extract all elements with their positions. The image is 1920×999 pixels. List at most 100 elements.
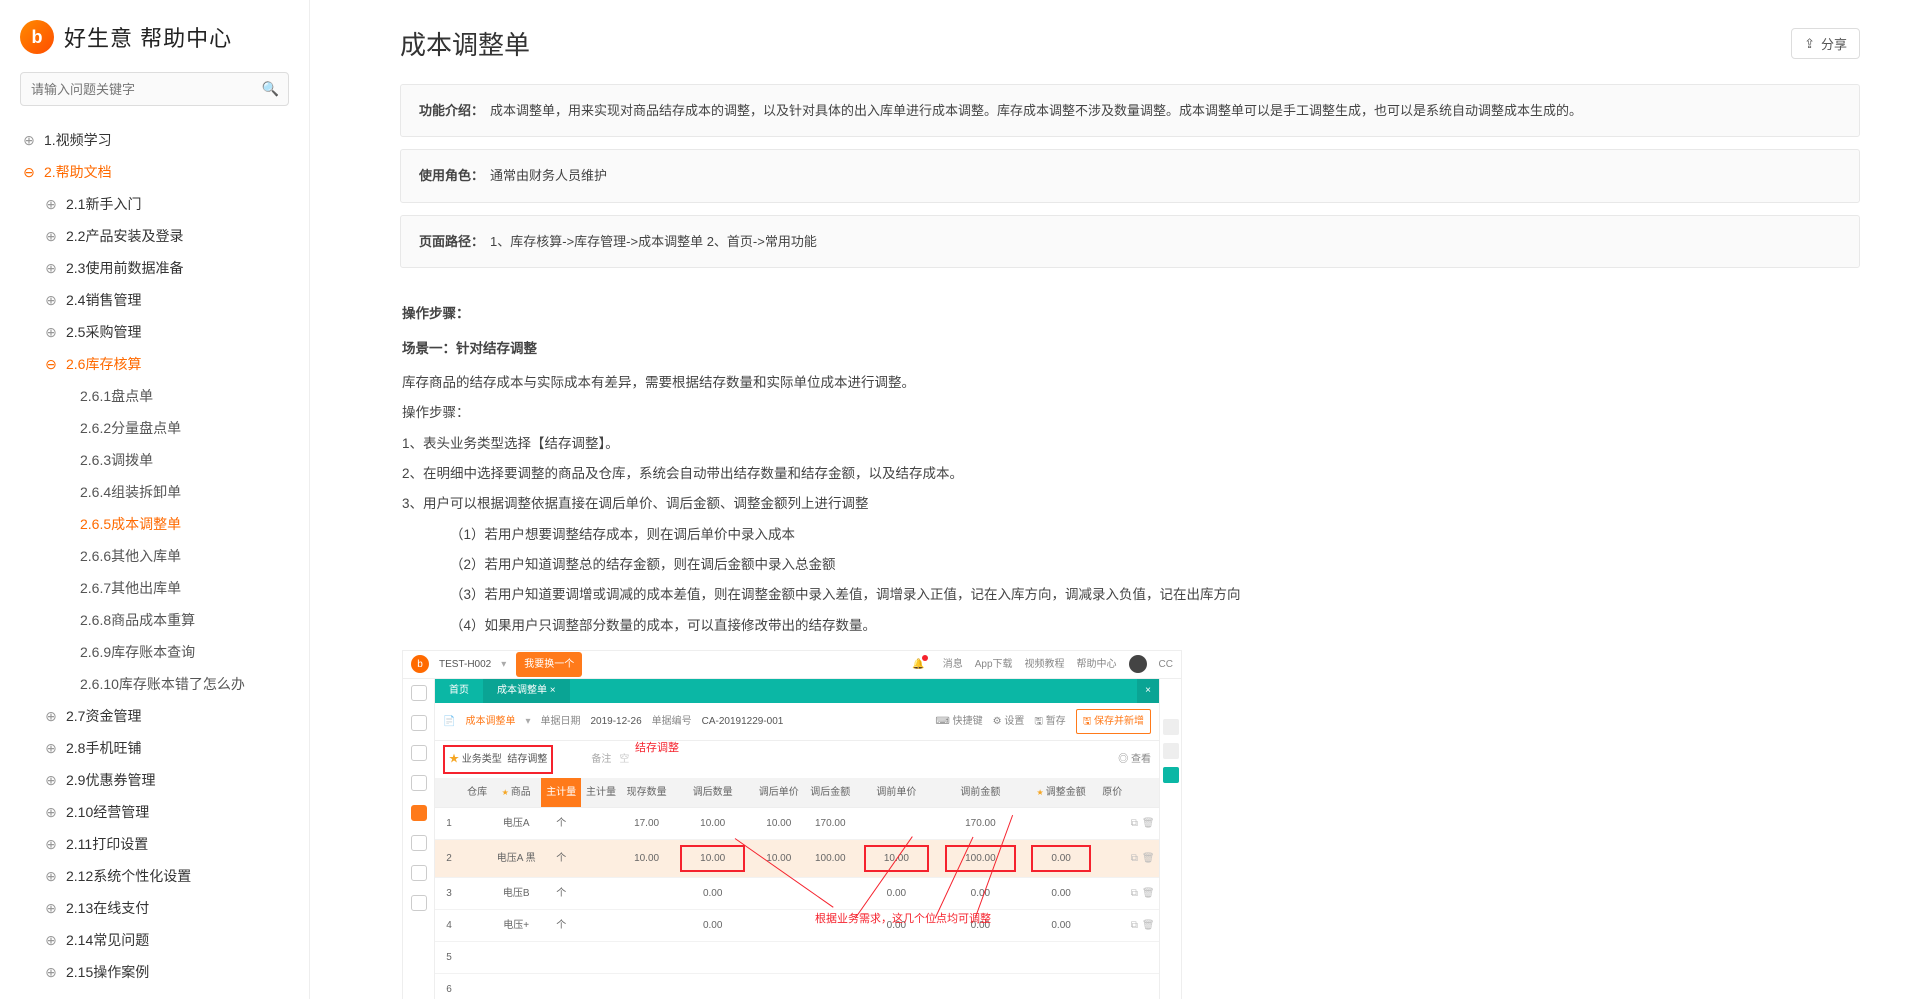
shot-user: CC [1159, 654, 1173, 675]
cell-ops [1126, 941, 1159, 973]
search-icon[interactable]: 🔍 [262, 81, 279, 98]
col-header: 调后单价 [753, 778, 804, 808]
nav-label: 2.15操作案例 [66, 962, 149, 982]
cell [1098, 941, 1126, 973]
page-title: 成本调整单 [400, 25, 530, 62]
step-2: 2、在明细中选择要调整的商品及仓库，系统会自动带出结存数量和结存金额，以及结存成… [402, 460, 1858, 488]
steps-sub: 操作步骤： [402, 399, 1858, 427]
nav-label: 2.10经营管理 [66, 802, 149, 822]
cell [805, 973, 856, 999]
nav-sub-item[interactable]: ⊕2.12系统个性化设置 [20, 860, 289, 892]
screenshot-figure: b TEST-H002 ▾ 我要换一个 🔔 消息 App下载 视频教程 帮助中心… [402, 650, 1182, 999]
nav-sub-item[interactable]: ⊕2.10经营管理 [20, 796, 289, 828]
shot-date-label: 单据日期 [540, 711, 580, 732]
minus-icon: ⊖ [42, 356, 60, 373]
cell [621, 877, 672, 909]
copy-icon: ⧉ [1131, 915, 1138, 936]
shot-switch-button: 我要换一个 [516, 652, 582, 677]
shot-msg: 消息 [943, 654, 963, 675]
intro-label: 功能介绍： [419, 103, 484, 118]
shot-tabbar: 首页 成本调整单 × × [435, 679, 1159, 703]
cell: 100.00 [937, 839, 1024, 877]
col-header [435, 778, 463, 808]
nav-sub-item[interactable]: ⊕2.5采购管理 [20, 316, 289, 348]
nav-label: 2.2产品安装及登录 [66, 226, 183, 246]
cell: 0.00 [672, 877, 753, 909]
steps-title: 操作步骤： [402, 300, 1858, 328]
nav-leaf-item[interactable]: 2.6.6其他入库单 [20, 540, 289, 572]
nav-leaf-item[interactable]: 2.6.4组装拆卸单 [20, 476, 289, 508]
cell [491, 973, 541, 999]
nav-leaf-item[interactable]: 2.6.5成本调整单 [20, 508, 289, 540]
cell: 10.00 [753, 807, 804, 839]
nav-leaf-item[interactable]: 2.6.8商品成本重算 [20, 604, 289, 636]
cell [541, 941, 581, 973]
scene-desc: 库存商品的结存成本与实际成本有差异，需要根据结存数量和实际单位成本进行调整。 [402, 369, 1858, 397]
doc-icon: 📄 [443, 711, 455, 732]
intro-box: 功能介绍：成本调整单，用来实现对商品结存成本的调整，以及针对具体的出入库单进行成… [400, 84, 1860, 137]
cell: 0.00 [1024, 877, 1098, 909]
cell: 个 [541, 807, 581, 839]
shot-op-draft: 🖫 暂存 [1034, 711, 1065, 732]
copy-icon: ⧉ [1131, 848, 1138, 869]
nav-leaf-item[interactable]: 2.6.2分量盘点单 [20, 412, 289, 444]
nav-label: 2.帮助文档 [44, 162, 112, 182]
share-button[interactable]: ⇪ 分享 [1791, 28, 1860, 59]
table-row: 5 [435, 941, 1159, 973]
cell: 17.00 [621, 807, 672, 839]
nav-sub-item[interactable]: ⊕2.8手机旺铺 [20, 732, 289, 764]
cell: 电压A [491, 807, 541, 839]
cell [541, 973, 581, 999]
shot-op-setting: ⚙ 设置 [993, 711, 1025, 732]
shot-link-help: 帮助中心 [1077, 654, 1117, 675]
nav-sub-item[interactable]: ⊕2.2产品安装及登录 [20, 220, 289, 252]
nav-leaf-item[interactable]: 2.6.1盘点单 [20, 380, 289, 412]
cell [581, 807, 621, 839]
col-header: 调整金额 [1024, 778, 1098, 808]
nav-sub-item[interactable]: ⊕2.13在线支付 [20, 892, 289, 924]
nav-sub-item[interactable]: ⊕ 2.11打印设置 [20, 828, 289, 860]
plus-icon: ⊕ [42, 772, 60, 789]
nav-sub-item[interactable]: ⊖2.6库存核算 [20, 348, 289, 380]
cell: 0.00 [1024, 839, 1098, 877]
cell: 0.00 [856, 877, 937, 909]
shot-code-label: 单据编号 [652, 711, 692, 732]
cell [753, 909, 804, 941]
nav-label: 2.4销售管理 [66, 290, 141, 310]
cell [621, 909, 672, 941]
nav-item[interactable]: ⊖2.帮助文档 [20, 156, 289, 188]
shot-link-video: 视频教程 [1025, 654, 1065, 675]
nav-leaf-item[interactable]: 2.6.7其他出库单 [20, 572, 289, 604]
shot-link-app: App下载 [975, 654, 1013, 675]
cell [491, 941, 541, 973]
cell: 电压B [491, 877, 541, 909]
nav-sub-item[interactable]: ⊕2.14常见问题 [20, 924, 289, 956]
search-box: 🔍 [20, 72, 289, 106]
cell: 6 [435, 973, 463, 999]
nav-sub-item[interactable]: ⊕2.7资金管理 [20, 700, 289, 732]
cell [463, 909, 491, 941]
nav-item[interactable]: ⊕1.视频学习 [20, 124, 289, 156]
cell [581, 909, 621, 941]
nav-label: 2.7资金管理 [66, 706, 141, 726]
search-input[interactable] [20, 72, 289, 106]
nav-leaf-item[interactable]: 2.6.9库存账本查询 [20, 636, 289, 668]
nav-sub-item[interactable]: ⊕2.4销售管理 [20, 284, 289, 316]
nav-sub-item[interactable]: ⊕2.15操作案例 [20, 956, 289, 988]
nav-leaf-item[interactable]: 2.6.10库存账本错了怎么办 [20, 668, 289, 700]
plus-icon: ⊕ [42, 836, 60, 853]
nav-sub-item[interactable]: ⊕2.1新手入门 [20, 188, 289, 220]
cell: 电压+ [491, 909, 541, 941]
nav-sub-item[interactable]: ⊕2.9优惠券管理 [20, 764, 289, 796]
shot-tab-current: 成本调整单 × [483, 679, 570, 703]
substep-4: （4）如果用户只调整部分数量的成本，可以直接修改带出的结存数量。 [402, 612, 1858, 640]
side-icon [411, 745, 427, 761]
nav-leaf-item[interactable]: 2.6.3调拨单 [20, 444, 289, 476]
main-content: 成本调整单 ⇪ 分享 功能介绍：成本调整单，用来实现对商品结存成本的调整，以及针… [310, 0, 1920, 999]
brand-logo-icon: b [20, 20, 54, 54]
nav-sub-item[interactable]: ⊕2.3使用前数据准备 [20, 252, 289, 284]
substep-2: （2）若用户知道调整总的结存金额，则在调后金额中录入总金额 [402, 551, 1858, 579]
cell [621, 973, 672, 999]
cell: 10.00 [753, 839, 804, 877]
nav-label: 2.11打印设置 [66, 834, 148, 854]
